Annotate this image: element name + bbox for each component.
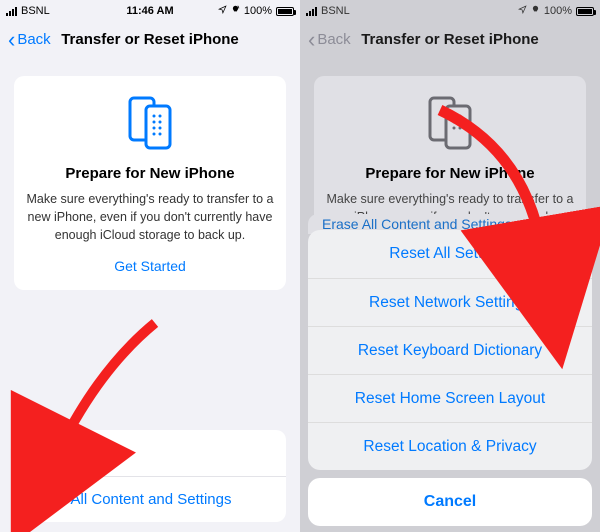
status-bar: BSNL 11:46 AM 100%	[0, 0, 300, 20]
card-heading: Prepare for New iPhone	[26, 165, 274, 182]
phone-screen-left: BSNL 11:46 AM 100% ‹ Back Transfer or Re…	[0, 0, 300, 532]
erase-row[interactable]: Erase All Content and Settings	[14, 476, 286, 522]
battery-pct: 100%	[544, 5, 572, 17]
dnd-icon	[531, 5, 540, 17]
reset-home-screen[interactable]: Reset Home Screen Layout	[308, 374, 592, 422]
reset-row[interactable]: Reset	[14, 430, 286, 476]
battery-icon	[576, 7, 594, 16]
status-bar: BSNL 11:46 AM 100%	[300, 0, 600, 20]
reset-options-group: Reset All Settings Reset Network Setting…	[308, 230, 592, 470]
screenshot-pair: BSNL 11:46 AM 100% ‹ Back Transfer or Re…	[0, 0, 600, 532]
chevron-left-icon: ‹	[308, 31, 315, 49]
battery-icon	[276, 7, 294, 16]
card-body: Make sure everything's ready to transfer…	[26, 190, 274, 244]
location-icon	[518, 5, 527, 17]
card-heading: Prepare for New iPhone	[326, 165, 574, 182]
carrier-label: BSNL	[321, 5, 350, 17]
two-phones-icon	[420, 94, 480, 155]
clock: 11:46 AM	[0, 5, 300, 17]
options-list: Reset Erase All Content and Settings	[14, 430, 286, 522]
phone-screen-right: BSNL 11:46 AM 100% ‹ Back Transfer or Re…	[300, 0, 600, 532]
cancel-button[interactable]: Cancel	[308, 478, 592, 526]
action-sheet: Erase All Content and Settings Reset All…	[308, 214, 592, 526]
back-button[interactable]: ‹ Back	[8, 31, 51, 49]
signal-icon	[306, 7, 317, 16]
chevron-left-icon: ‹	[8, 31, 15, 49]
reset-network-settings[interactable]: Reset Network Settings	[308, 278, 592, 326]
get-started-link[interactable]: Get Started	[114, 258, 186, 274]
reset-location-privacy[interactable]: Reset Location & Privacy	[308, 422, 592, 470]
nav-bar: ‹ Back Transfer or Reset iPhone	[0, 20, 300, 60]
prepare-card: Prepare for New iPhone Make sure everyth…	[14, 76, 286, 290]
two-phones-icon	[120, 94, 180, 155]
reset-all-settings[interactable]: Reset All Settings	[308, 230, 592, 278]
back-button: ‹ Back	[308, 31, 351, 49]
nav-bar: ‹ Back Transfer or Reset iPhone	[300, 20, 600, 60]
reset-keyboard[interactable]: Reset Keyboard Dictionary	[308, 326, 592, 374]
